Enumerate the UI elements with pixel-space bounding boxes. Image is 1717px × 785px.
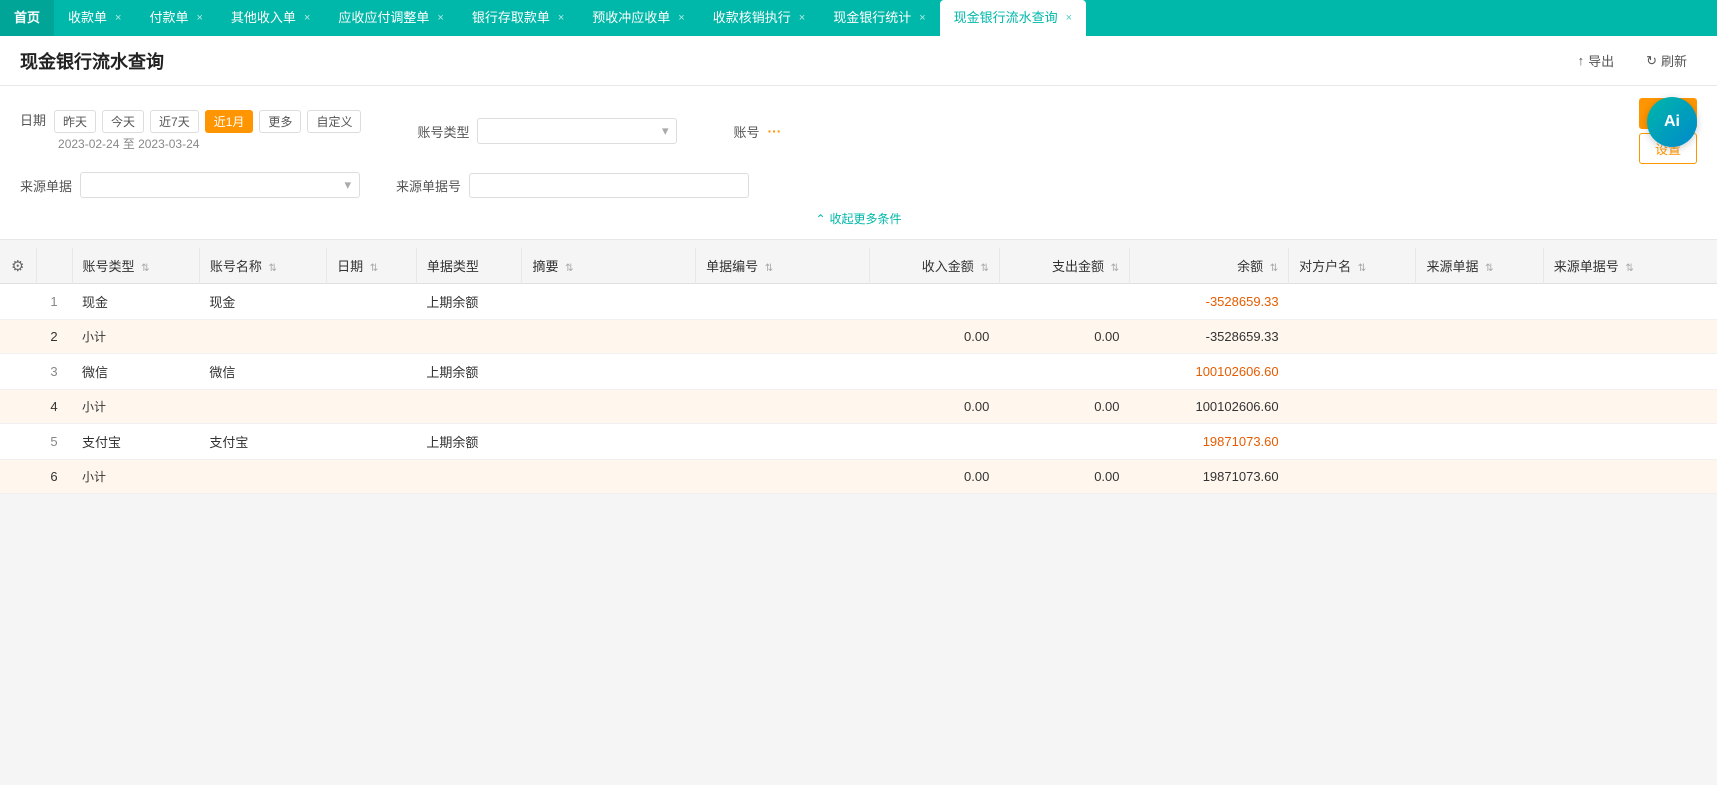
account-label: 账号 <box>733 122 759 141</box>
account-no-filter: 账号 ··· <box>733 122 781 141</box>
nav-receipt[interactable]: 收款单 × <box>54 0 135 36</box>
col-balance[interactable]: 余额 ⇅ <box>1130 248 1289 284</box>
nav-collect-verify[interactable]: 收款核销执行 × <box>699 0 819 36</box>
nav-close-cash-bank-flow[interactable]: × <box>1066 0 1072 36</box>
export-icon: ↑ <box>1578 53 1585 68</box>
date-btn-more[interactable]: 更多 <box>259 110 301 133</box>
col-counterpart[interactable]: 对方户名 ⇅ <box>1289 248 1416 284</box>
account-ellipsis[interactable]: ··· <box>767 123 781 139</box>
refresh-icon: ↻ <box>1646 53 1657 69</box>
sort-account-name-icon: ⇅ <box>268 263 276 274</box>
nav-close-bank-deposit[interactable]: × <box>558 0 564 36</box>
account-type-label: 账号类型 <box>417 122 469 141</box>
date-btn-1month[interactable]: 近1月 <box>205 110 254 133</box>
gear-icon: ⚙ <box>11 258 24 275</box>
sort-summary-icon: ⇅ <box>565 263 573 274</box>
sort-counterpart-icon: ⇅ <box>1358 263 1366 274</box>
col-expense[interactable]: 支出金额 ⇅ <box>999 248 1129 284</box>
date-filter-group: 日期 昨天 今天 近7天 近1月 更多 自定义 2023-02-24 至 202… <box>20 110 361 152</box>
refresh-button[interactable]: ↻ 刷新 <box>1636 46 1697 75</box>
table-container: ⚙ 账号类型 ⇅ 账号名称 ⇅ 日期 ⇅ 单据类型 <box>0 248 1717 494</box>
table-row[interactable]: 5支付宝支付宝上期余额19871073.60 <box>0 424 1717 460</box>
table-row[interactable]: 3微信微信上期余额100102606.60 <box>0 354 1717 390</box>
collapse-icon: ⌃ <box>815 212 825 226</box>
nav-close-payment[interactable]: × <box>196 0 202 36</box>
date-label: 日期 <box>20 110 46 129</box>
top-nav: 首页 收款单 × 付款单 × 其他收入单 × 应收应付调整单 × 银行存取款单 … <box>0 0 1717 36</box>
date-btn-7days[interactable]: 近7天 <box>150 110 199 133</box>
sort-source-doc-no-icon: ⇅ <box>1625 263 1633 274</box>
sort-balance-icon: ⇅ <box>1270 263 1278 274</box>
table-row[interactable]: 2小计0.000.00-3528659.33 <box>0 320 1717 354</box>
date-btn-custom[interactable]: 自定义 <box>307 110 361 133</box>
nav-payment[interactable]: 付款单 × <box>135 0 216 36</box>
ai-badge[interactable]: Ai <box>1647 97 1697 147</box>
filter-area: 日期 昨天 今天 近7天 近1月 更多 自定义 2023-02-24 至 202… <box>0 86 1717 240</box>
sort-source-doc-icon: ⇅ <box>1485 263 1493 274</box>
col-account-name[interactable]: 账号名称 ⇅ <box>199 248 326 284</box>
source-doc-chevron-icon: ▾ <box>344 177 351 193</box>
sort-date-icon: ⇅ <box>370 263 378 274</box>
nav-home[interactable]: 首页 <box>0 0 54 36</box>
filter-row-1: 日期 昨天 今天 近7天 近1月 更多 自定义 2023-02-24 至 202… <box>20 98 1697 164</box>
col-doc-type: 单据类型 <box>416 248 522 284</box>
date-btn-today[interactable]: 今天 <box>102 110 144 133</box>
source-doc-label: 来源单据 <box>20 176 72 195</box>
source-doc-no-filter: 来源单据号 <box>396 173 749 198</box>
sort-account-type-icon: ⇅ <box>141 263 149 274</box>
date-buttons: 昨天 今天 近7天 近1月 更多 自定义 <box>54 110 361 133</box>
header-actions: ↑ 导出 ↻ 刷新 <box>1568 46 1697 75</box>
col-doc-no[interactable]: 单据编号 ⇅ <box>696 248 870 284</box>
source-doc-no-input[interactable] <box>469 173 749 198</box>
nav-cash-bank-flow[interactable]: 现金银行流水查询 × <box>940 0 1086 36</box>
date-range-text: 2023-02-24 至 2023-03-24 <box>58 135 361 152</box>
col-settings[interactable]: ⚙ <box>0 248 36 284</box>
nav-close-ap-adjust[interactable]: × <box>437 0 443 36</box>
source-doc-select[interactable]: ▾ <box>80 172 360 198</box>
filter-row-2: 来源单据 ▾ 来源单据号 <box>20 172 1697 198</box>
page-title: 现金银行流水查询 <box>20 48 164 74</box>
col-summary[interactable]: 摘要 ⇅ <box>522 248 696 284</box>
col-account-type[interactable]: 账号类型 ⇅ <box>72 248 199 284</box>
table-row[interactable]: 1现金现金上期余额-3528659.33 <box>0 284 1717 320</box>
account-type-select[interactable]: ▾ <box>477 118 677 144</box>
col-income[interactable]: 收入金额 ⇅ <box>869 248 999 284</box>
nav-close-other-income[interactable]: × <box>304 0 310 36</box>
sort-expense-icon: ⇅ <box>1111 263 1119 274</box>
table-row[interactable]: 4小计0.000.00100102606.60 <box>0 390 1717 424</box>
sort-doc-no-icon: ⇅ <box>765 263 773 274</box>
nav-pre-collect[interactable]: 预收冲应收单 × <box>578 0 698 36</box>
source-doc-no-label: 来源单据号 <box>396 176 461 195</box>
source-doc-filter: 来源单据 ▾ <box>20 172 360 198</box>
table-row[interactable]: 6小计0.000.0019871073.60 <box>0 460 1717 494</box>
nav-close-cash-bank-stat[interactable]: × <box>919 0 925 36</box>
nav-ap-adjust[interactable]: 应收应付调整单 × <box>324 0 457 36</box>
table-header: ⚙ 账号类型 ⇅ 账号名称 ⇅ 日期 ⇅ 单据类型 <box>0 248 1717 284</box>
page-header: 现金银行流水查询 ↑ 导出 ↻ 刷新 <box>0 36 1717 86</box>
account-type-filter: 账号类型 ▾ <box>417 118 677 144</box>
col-index <box>36 248 72 284</box>
col-date[interactable]: 日期 ⇅ <box>327 248 417 284</box>
chevron-down-icon: ▾ <box>662 123 669 139</box>
nav-bank-deposit[interactable]: 银行存取款单 × <box>458 0 578 36</box>
data-table: ⚙ 账号类型 ⇅ 账号名称 ⇅ 日期 ⇅ 单据类型 <box>0 248 1717 494</box>
table-body: 1现金现金上期余额-3528659.332小计0.000.00-3528659.… <box>0 284 1717 494</box>
sort-income-icon: ⇅ <box>980 263 988 274</box>
nav-close-receipt[interactable]: × <box>115 0 121 36</box>
col-source-doc-no[interactable]: 来源单据号 ⇅ <box>1543 248 1717 284</box>
nav-close-collect-verify[interactable]: × <box>799 0 805 36</box>
export-button[interactable]: ↑ 导出 <box>1568 46 1625 75</box>
collapse-button[interactable]: ⌃ 收起更多条件 <box>20 206 1697 231</box>
col-source-doc[interactable]: 来源单据 ⇅ <box>1416 248 1543 284</box>
nav-other-income[interactable]: 其他收入单 × <box>217 0 324 36</box>
nav-close-pre-collect[interactable]: × <box>678 0 684 36</box>
nav-cash-bank-stat[interactable]: 现金银行统计 × <box>819 0 939 36</box>
date-btn-yesterday[interactable]: 昨天 <box>54 110 96 133</box>
